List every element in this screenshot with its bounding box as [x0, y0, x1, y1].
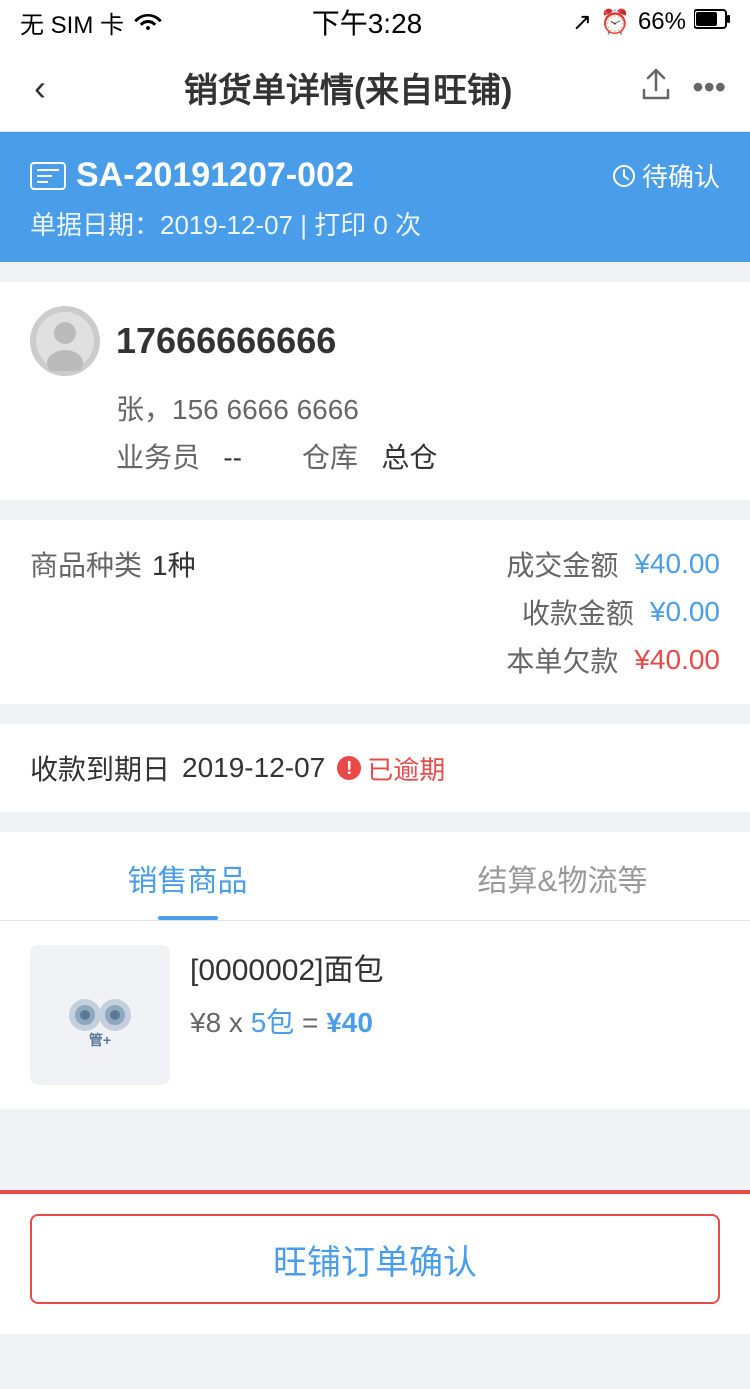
tab-sales-product[interactable]: 销售商品: [0, 832, 375, 920]
location-icon: ↗: [572, 8, 592, 37]
nav-bar: ‹ 销货单详情(来自旺铺) •••: [0, 44, 750, 132]
status-bar: 无 SIM 卡 下午3:28 ↗ ⏰ 66%: [0, 0, 750, 44]
product-thumbnail: 管+: [30, 945, 170, 1085]
header-card: SA-20191207-002 待确认 单据日期：2019-12-07 | 打印…: [0, 132, 750, 262]
order-status: 待确认: [612, 157, 720, 194]
order-meta: 单据日期：2019-12-07 | 打印 0 次: [30, 205, 720, 242]
share-icon[interactable]: [640, 68, 672, 108]
product-qty: 5包: [251, 1007, 295, 1038]
customer-section: 17666666666 张，156 6666 6666 业务员 -- 仓库 总仓: [0, 282, 750, 500]
summary-right: 成交金额 ¥40.00 收款金额 ¥0.00 本单欠款 ¥40.00: [506, 544, 720, 680]
svg-text:管+: 管+: [89, 1032, 111, 1048]
nav-actions: •••: [640, 68, 726, 108]
tabs-container: 销售商品 结算&物流等: [0, 832, 750, 921]
overdue-text: 已逾期: [367, 750, 445, 787]
summary-left: 商品种类 1种: [30, 544, 506, 584]
due-section: 收款到期日 2019-12-07 ! 已逾期: [0, 724, 750, 812]
salesman-value: --: [223, 442, 242, 473]
page-title: 销货单详情(来自旺铺): [184, 63, 513, 112]
confirm-order-button[interactable]: 旺铺订单确认: [30, 1214, 720, 1304]
tab-settlement[interactable]: 结算&物流等: [375, 832, 750, 920]
order-id: SA-20191207-002: [30, 156, 354, 195]
category-label: 商品种类: [30, 544, 142, 584]
warehouse-label: 仓库: [302, 442, 358, 473]
carrier-text: 无 SIM 卡: [20, 5, 124, 40]
price-formula: ¥8 x: [190, 1007, 251, 1038]
back-button[interactable]: ‹: [24, 57, 56, 119]
due-label: 收款到期日: [30, 748, 170, 788]
product-name: [0000002]面包: [190, 945, 720, 989]
header-top: SA-20191207-002 待确认: [30, 156, 720, 195]
avatar: [30, 306, 100, 376]
bottom-bar: 旺铺订单确认: [0, 1190, 750, 1334]
amount-label-1: 收款金额: [522, 592, 634, 632]
amount-label-0: 成交金额: [506, 544, 618, 584]
equals-sign: =: [294, 1007, 326, 1038]
amount-value-0: ¥40.00: [634, 548, 720, 580]
product-price: ¥8 x 5包 = ¥40: [190, 1001, 720, 1041]
overdue-icon: !: [337, 756, 361, 780]
battery-text: 66%: [638, 8, 686, 36]
product-info: [0000002]面包 ¥8 x 5包 = ¥40: [190, 945, 720, 1041]
product-section: 管+ [0000002]面包 ¥8 x 5包 = ¥40: [0, 921, 750, 1109]
amount-row-2: 本单欠款 ¥40.00: [506, 640, 720, 680]
amount-row-0: 成交金额 ¥40.00: [506, 544, 720, 584]
product-logo: 管+: [50, 980, 150, 1050]
amount-label-2: 本单欠款: [506, 640, 618, 680]
alarm-icon: ⏰: [600, 8, 630, 37]
more-icon[interactable]: •••: [692, 69, 726, 106]
status-left: 无 SIM 卡: [20, 5, 162, 40]
overdue-badge: ! 已逾期: [337, 750, 445, 787]
customer-phone: 17666666666: [116, 320, 336, 362]
customer-top: 17666666666: [30, 306, 720, 376]
product-total: ¥40: [326, 1007, 373, 1038]
wifi-icon: [134, 8, 162, 37]
warehouse-value: 总仓: [381, 442, 437, 473]
customer-name: 张，156 6666 6666: [116, 388, 720, 428]
summary-section: 商品种类 1种 成交金额 ¥40.00 收款金额 ¥0.00 本单欠款 ¥40.…: [0, 520, 750, 704]
status-right: ↗ ⏰ 66%: [572, 8, 730, 37]
clock-icon: [612, 164, 636, 188]
status-time: 下午3:28: [312, 2, 423, 42]
salesman-label: 业务员: [116, 442, 200, 473]
amount-value-1: ¥0.00: [650, 596, 720, 628]
battery-icon: [694, 8, 730, 36]
order-icon: [30, 162, 66, 190]
customer-row: 业务员 -- 仓库 总仓: [116, 436, 720, 476]
due-value: 2019-12-07: [182, 752, 325, 784]
category-value: 1种: [152, 544, 196, 584]
amount-value-2: ¥40.00: [634, 644, 720, 676]
amount-row-1: 收款金额 ¥0.00: [522, 592, 720, 632]
